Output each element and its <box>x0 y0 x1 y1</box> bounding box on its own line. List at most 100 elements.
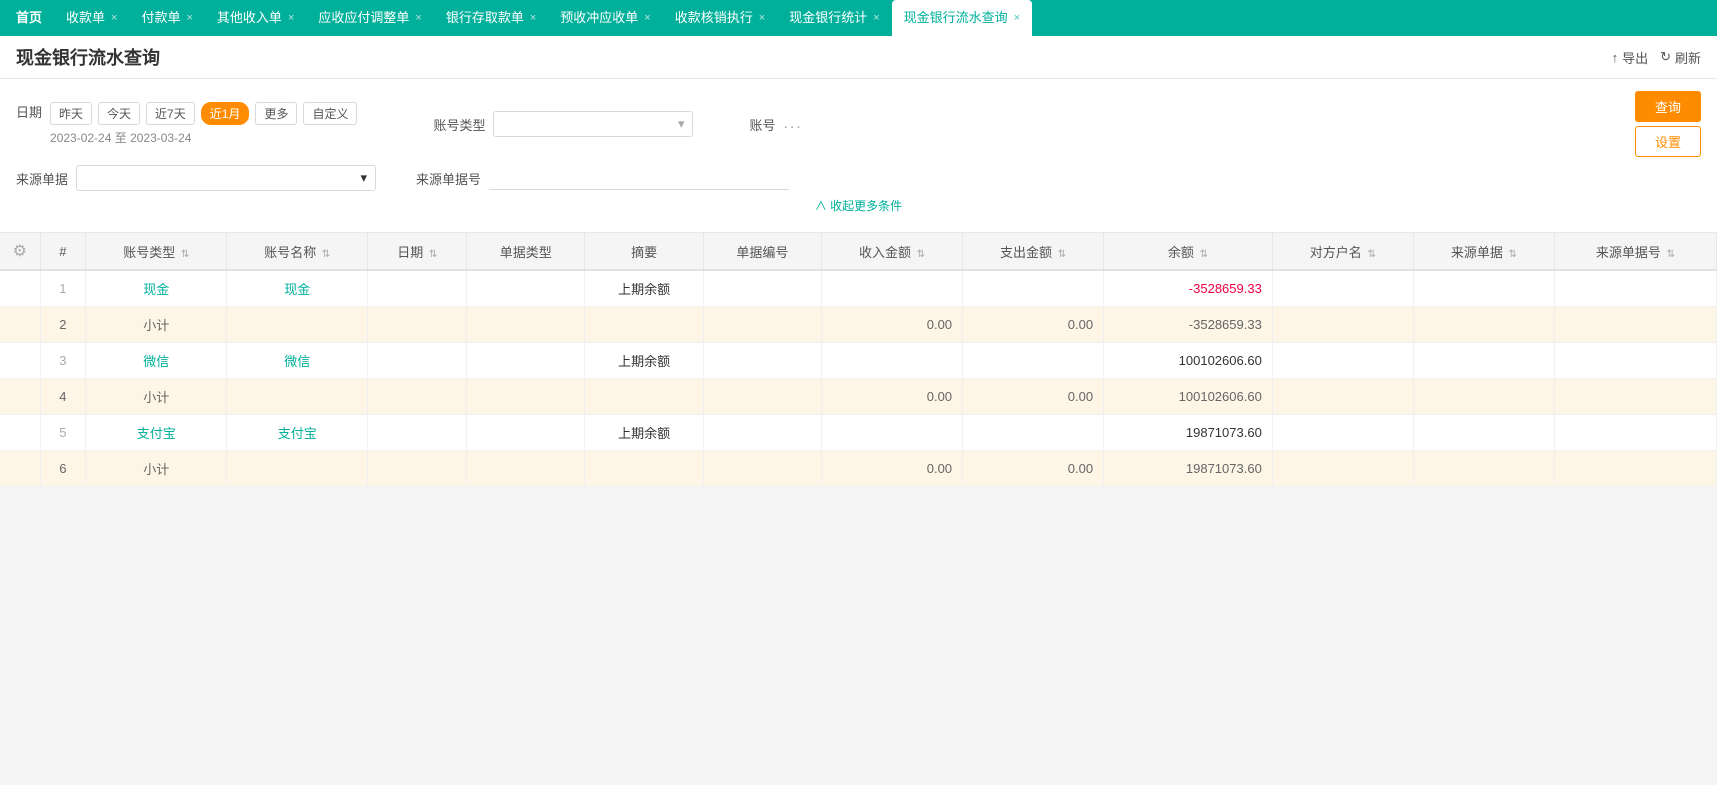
cell-balance: -3528659.33 <box>1104 270 1273 307</box>
cell-doc-type <box>467 307 585 343</box>
cell-account-name: 支付宝 <box>227 415 368 451</box>
nav-tab-0[interactable]: 收款单 × <box>54 0 129 36</box>
gear-icon[interactable]: ⚙ <box>13 243 27 260</box>
nav-tab-8[interactable]: 现金银行流水查询 × <box>892 0 1032 36</box>
date-range: 2023-02-24 至 2023-03-24 <box>50 129 357 146</box>
cell-source-doc <box>1413 270 1554 307</box>
cell-gear <box>0 379 40 415</box>
sort-icon[interactable]: ⇅ <box>1058 249 1066 260</box>
cell-expense <box>963 415 1104 451</box>
date-btn-custom[interactable]: 自定义 <box>303 102 357 125</box>
collapse-bar[interactable]: ∧ 收起更多条件 <box>16 191 1701 220</box>
cell-balance: 19871073.60 <box>1104 451 1273 487</box>
sort-icon[interactable]: ⇅ <box>1667 249 1675 260</box>
source-doc-select[interactable]: ▾ <box>76 165 376 191</box>
sort-icon[interactable]: ⇅ <box>1367 249 1375 260</box>
table-row: 1 现金 现金 上期余额 -3528659.33 <box>0 270 1717 307</box>
account-type-select[interactable]: ▾ <box>493 111 693 137</box>
close-icon[interactable]: × <box>288 0 294 36</box>
export-button[interactable]: ↑ 导出 <box>1612 48 1649 67</box>
date-filter: 日期 昨天 今天 近7天 近1月 更多 自定义 2023-02-24 至 202… <box>16 102 357 146</box>
sort-icon[interactable]: ⇅ <box>322 249 330 260</box>
cell-income <box>822 343 963 379</box>
cell-account-type: 微信 <box>86 343 227 379</box>
cell-account-name <box>227 379 368 415</box>
sort-icon[interactable]: ⇅ <box>1508 249 1516 260</box>
date-btn-more[interactable]: 更多 <box>255 102 297 125</box>
close-icon[interactable]: × <box>111 0 117 36</box>
cell-source-doc-no <box>1554 451 1716 487</box>
close-icon[interactable]: × <box>873 0 879 36</box>
cell-source-doc-no <box>1554 307 1716 343</box>
source-doc-no-input[interactable] <box>489 166 789 190</box>
cell-summary <box>585 451 703 487</box>
cell-gear <box>0 451 40 487</box>
nav-tab-7[interactable]: 现金银行统计 × <box>777 0 891 36</box>
cell-account-name <box>227 307 368 343</box>
cell-counter-party <box>1272 451 1413 487</box>
date-btn-today[interactable]: 今天 <box>98 102 140 125</box>
cell-income: 0.00 <box>822 451 963 487</box>
cell-expense <box>963 270 1104 307</box>
table-container: ⚙ # 账号类型 ⇅ 账号名称 ⇅ 日期 ⇅ 单据类型 摘要 单据编号 <box>0 233 1717 487</box>
close-icon[interactable]: × <box>644 0 650 36</box>
chevron-down-icon: ▾ <box>678 116 685 132</box>
table-row: 4 小计 0.00 0.00 100102606.60 <box>0 379 1717 415</box>
more-options-icon[interactable]: ... <box>783 115 802 133</box>
cell-num: 3 <box>40 343 86 379</box>
cell-source-doc-no <box>1554 343 1716 379</box>
settings-button[interactable]: 设置 <box>1635 126 1701 157</box>
sort-icon[interactable]: ⇅ <box>429 249 437 260</box>
date-btn-1month[interactable]: 近1月 <box>201 102 250 125</box>
sort-icon[interactable]: ⇅ <box>1200 249 1208 260</box>
close-icon[interactable]: × <box>530 0 536 36</box>
cell-income: 0.00 <box>822 379 963 415</box>
source-doc-no-filter: 来源单据号 <box>416 166 789 190</box>
header-actions: ↑ 导出 ↻ 刷新 <box>1612 48 1701 67</box>
cell-income: 0.00 <box>822 307 963 343</box>
date-btn-yesterday[interactable]: 昨天 <box>50 102 92 125</box>
refresh-button[interactable]: ↻ 刷新 <box>1660 48 1701 67</box>
close-icon[interactable]: × <box>415 0 421 36</box>
nav-home[interactable]: 首页 <box>4 0 54 36</box>
close-icon[interactable]: × <box>186 0 192 36</box>
cell-source-doc <box>1413 307 1554 343</box>
nav-tab-4[interactable]: 银行存取款单 × <box>434 0 548 36</box>
cell-account-type: 小计 <box>86 307 227 343</box>
table-row: 3 微信 微信 上期余额 100102606.60 <box>0 343 1717 379</box>
date-btn-7days[interactable]: 近7天 <box>146 102 195 125</box>
cell-summary <box>585 307 703 343</box>
sort-icon[interactable]: ⇅ <box>181 249 189 260</box>
cell-doc-no <box>703 379 821 415</box>
date-shortcuts: 昨天 今天 近7天 近1月 更多 自定义 <box>50 102 357 125</box>
cell-doc-no <box>703 415 821 451</box>
cell-num: 6 <box>40 451 86 487</box>
table-header-row: ⚙ # 账号类型 ⇅ 账号名称 ⇅ 日期 ⇅ 单据类型 摘要 单据编号 <box>0 233 1717 270</box>
nav-tab-2[interactable]: 其他收入单 × <box>205 0 306 36</box>
nav-tab-1[interactable]: 付款单 × <box>129 0 204 36</box>
top-nav: 首页 收款单 × 付款单 × 其他收入单 × 应收应付调整单 × 银行存取款单 … <box>0 0 1717 36</box>
th-source-doc: 来源单据 ⇅ <box>1413 233 1554 270</box>
sort-icon[interactable]: ⇅ <box>917 249 925 260</box>
cell-doc-type <box>467 451 585 487</box>
nav-tab-5[interactable]: 预收冲应收单 × <box>548 0 662 36</box>
account-filter: 账号 ... <box>749 115 802 134</box>
cell-doc-no <box>703 451 821 487</box>
close-icon[interactable]: × <box>759 0 765 36</box>
cell-account-type: 支付宝 <box>86 415 227 451</box>
cell-counter-party <box>1272 415 1413 451</box>
nav-tab-3[interactable]: 应收应付调整单 × <box>306 0 433 36</box>
th-income: 收入金额 ⇅ <box>822 233 963 270</box>
source-doc-filter: 来源单据 ▾ <box>16 165 376 191</box>
th-doc-no: 单据编号 <box>703 233 821 270</box>
close-icon[interactable]: × <box>1014 0 1020 36</box>
cell-date <box>368 415 467 451</box>
th-counter-party: 对方户名 ⇅ <box>1272 233 1413 270</box>
query-button[interactable]: 查询 <box>1635 91 1701 122</box>
th-source-doc-no: 来源单据号 ⇅ <box>1554 233 1716 270</box>
cell-account-type: 小计 <box>86 379 227 415</box>
th-account-name: 账号名称 ⇅ <box>227 233 368 270</box>
cell-account-type: 现金 <box>86 270 227 307</box>
cell-expense: 0.00 <box>963 307 1104 343</box>
nav-tab-6[interactable]: 收款核销执行 × <box>663 0 777 36</box>
